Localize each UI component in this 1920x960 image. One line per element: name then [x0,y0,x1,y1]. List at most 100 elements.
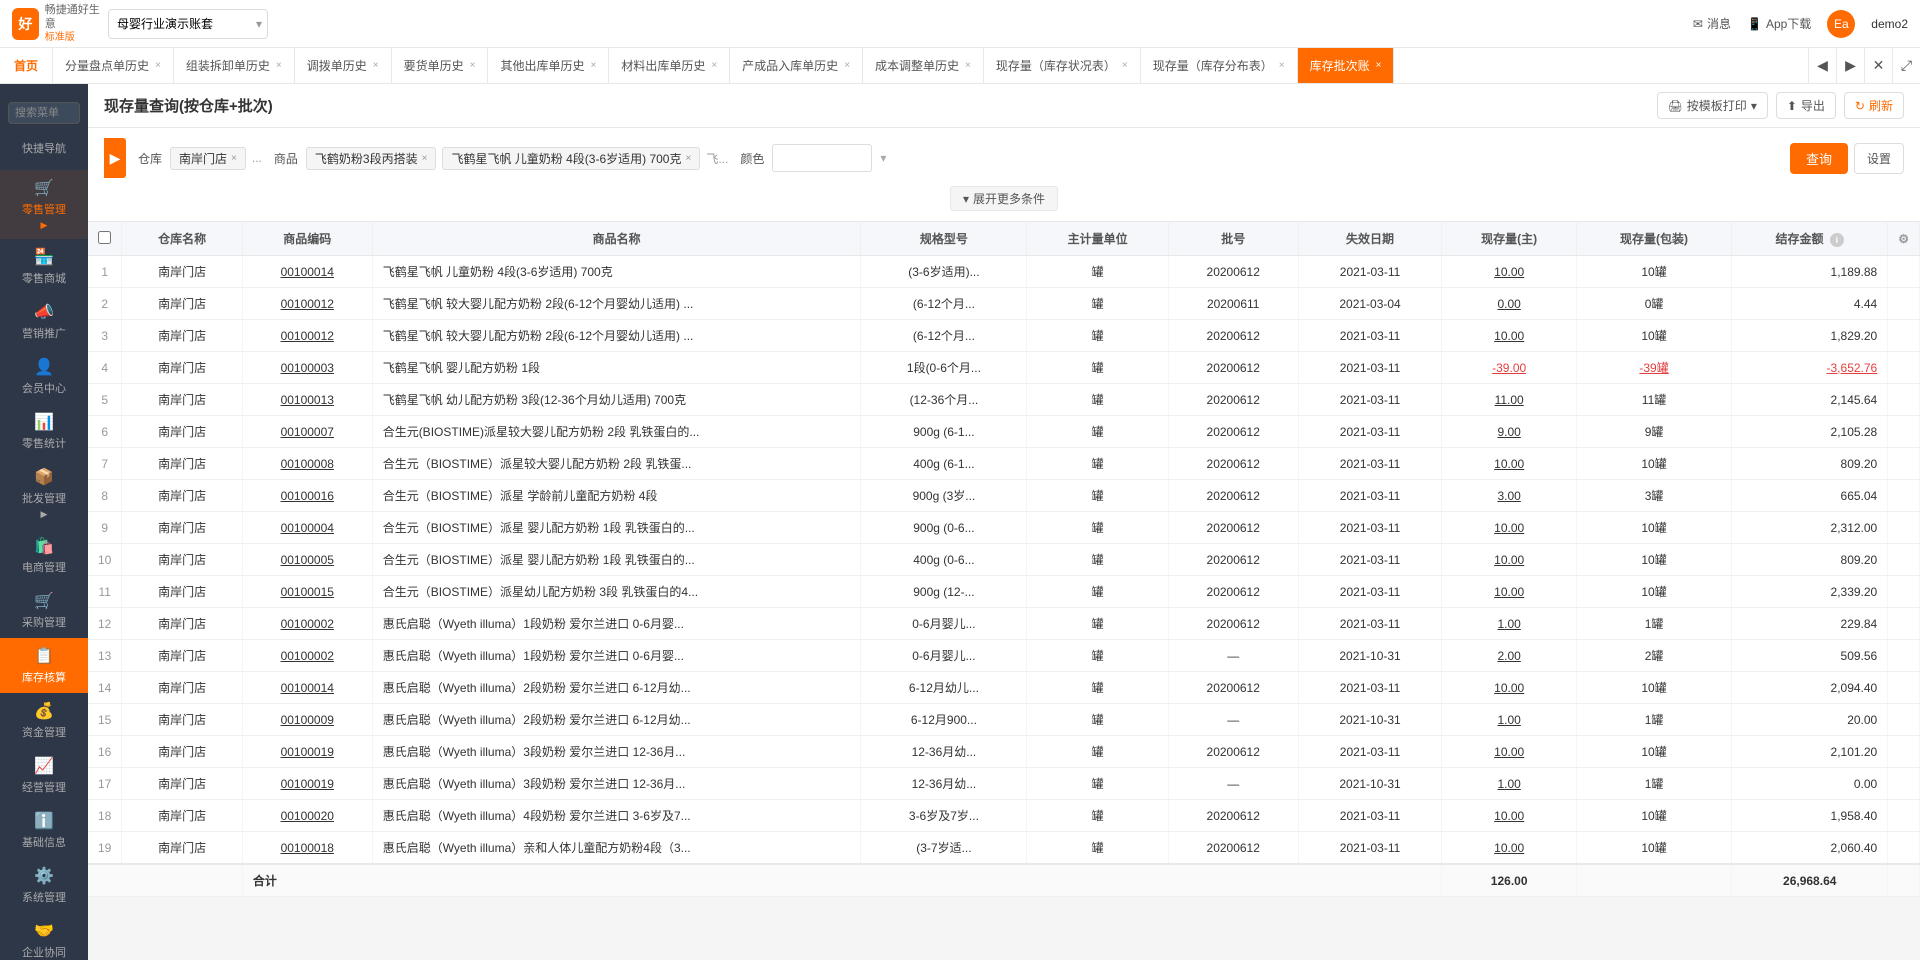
row-code[interactable]: 00100019 [242,768,372,800]
sidebar-item-marketing[interactable]: 📣 营销推广 [0,294,88,349]
tab-8-close[interactable]: × [965,60,971,71]
row-code[interactable]: 00100015 [242,576,372,608]
tab-9-close[interactable]: × [1122,60,1128,71]
sidebar-item-member[interactable]: 👤 会员中心 [0,349,88,404]
row-qty-main[interactable]: 9.00 [1442,416,1576,448]
row-code[interactable]: 00100014 [242,256,372,288]
filter-more-warehouse[interactable]: ... [252,151,262,165]
row-code[interactable]: 00100019 [242,736,372,768]
row-code[interactable]: 00100018 [242,832,372,865]
tab-1[interactable]: 分量盘点单历史 × [53,48,174,84]
sidebar-item-management[interactable]: 📈 经营管理 [0,748,88,803]
row-qty-main[interactable]: -39.00 [1442,352,1576,384]
nav-left-btn[interactable]: ◀ [1808,48,1836,84]
nav-close-all-btn[interactable]: ✕ [1864,48,1892,84]
sidebar-item-collab[interactable]: 🤝 企业协同 [0,913,88,960]
tab-7[interactable]: 产成品入库单历史 × [730,48,863,84]
search-input[interactable] [8,102,80,124]
row-qty-main[interactable]: 10.00 [1442,736,1576,768]
row-code[interactable]: 00100007 [242,416,372,448]
row-qty-main[interactable]: 10.00 [1442,800,1576,832]
quick-nav-link[interactable]: 快捷导航 [14,134,74,162]
sidebar-item-inventory[interactable]: 📋 库存核算 [0,638,88,693]
tab-4-close[interactable]: × [470,60,476,71]
template-print-btn[interactable]: 🖨 按模板打印 ▾ [1657,92,1768,119]
select-all-checkbox[interactable] [98,231,111,244]
sidebar-item-base[interactable]: ℹ️ 基础信息 [0,803,88,858]
product-tag-1-close[interactable]: × [685,153,691,164]
product-tag-1[interactable]: 飞鹤星飞帆 儿童奶粉 4段(3-6岁适用) 700克 × [442,147,700,170]
row-qty-main[interactable]: 10.00 [1442,832,1576,865]
tab-3-close[interactable]: × [373,60,379,71]
settings-btn[interactable]: 设置 [1854,143,1904,174]
row-qty-main[interactable]: 10.00 [1442,544,1576,576]
row-qty-main[interactable]: 3.00 [1442,480,1576,512]
tab-8[interactable]: 成本调整单历史 × [863,48,984,84]
row-code[interactable]: 00100002 [242,640,372,672]
row-code[interactable]: 00100002 [242,608,372,640]
nav-right-btn[interactable]: ▶ [1836,48,1864,84]
row-qty-main[interactable]: 10.00 [1442,256,1576,288]
row-code[interactable]: 00100020 [242,800,372,832]
warehouse-tag-0[interactable]: 南岸门店 × [170,147,246,170]
filter-expand-arrow[interactable]: ▶ [104,138,126,178]
sidebar-item-ecom[interactable]: 🛍️ 电商管理 [0,528,88,583]
product-tag-0-close[interactable]: × [422,153,428,164]
th-settings[interactable]: ⚙ [1888,222,1920,256]
row-qty-main[interactable]: 10.00 [1442,672,1576,704]
tab-5-close[interactable]: × [590,60,596,71]
industry-select-wrapper[interactable]: 母婴行业演示账套 [108,9,268,39]
row-code[interactable]: 00100004 [242,512,372,544]
sidebar-item-finance[interactable]: 💰 资金管理 [0,693,88,748]
row-code[interactable]: 00100009 [242,704,372,736]
product-tag-0[interactable]: 飞鹤奶粉3段丙搭装 × [306,147,437,170]
tab-2-close[interactable]: × [276,60,282,71]
row-qty-main[interactable]: 10.00 [1442,320,1576,352]
th-checkbox[interactable] [88,222,122,256]
sidebar-item-system[interactable]: ⚙️ 系统管理 [0,858,88,913]
export-btn[interactable]: ⬆ 导出 [1776,92,1836,119]
app-download-btn[interactable]: 📱 App下载 [1747,15,1811,32]
tab-2[interactable]: 组装拆卸单历史 × [174,48,295,84]
tab-5[interactable]: 其他出库单历史 × [488,48,609,84]
tab-10-close[interactable]: × [1279,60,1285,71]
row-qty-main[interactable]: 11.00 [1442,384,1576,416]
tab-7-close[interactable]: × [844,60,850,71]
row-code[interactable]: 00100012 [242,288,372,320]
tab-6[interactable]: 材料出库单历史 × [609,48,730,84]
row-qty-main[interactable]: 1.00 [1442,704,1576,736]
row-code[interactable]: 00100003 [242,352,372,384]
row-qty-main[interactable]: 1.00 [1442,768,1576,800]
row-qty-main[interactable]: 2.00 [1442,640,1576,672]
row-qty-main[interactable]: 10.00 [1442,448,1576,480]
tab-3[interactable]: 调拨单历史 × [295,48,392,84]
row-qty-main[interactable]: 0.00 [1442,288,1576,320]
sidebar-item-shop[interactable]: 🏪 零售商城 [0,239,88,294]
row-qty-main[interactable]: 1.00 [1442,608,1576,640]
row-code[interactable]: 00100014 [242,672,372,704]
tab-6-close[interactable]: × [711,60,717,71]
tab-10[interactable]: 现存量（库存分布表） × [1141,48,1298,84]
tab-11[interactable]: 库存批次账 × [1298,48,1395,84]
user-name[interactable]: demo2 [1871,17,1908,31]
sidebar-item-stats[interactable]: 📊 零售统计 [0,404,88,459]
nav-maximize-btn[interactable]: ⤢ [1892,48,1920,84]
row-code[interactable]: 00100008 [242,448,372,480]
filter-more-product[interactable]: 飞... [706,150,728,167]
tab-home[interactable]: 首页 [0,48,53,84]
row-code[interactable]: 00100013 [242,384,372,416]
row-code[interactable]: 00100005 [242,544,372,576]
sidebar-item-wholesale[interactable]: 📦 批发管理 ▶ [0,459,88,528]
refresh-btn[interactable]: ↻ 刷新 [1844,92,1904,119]
color-select[interactable] [772,144,872,172]
warehouse-tag-close[interactable]: × [231,153,237,164]
message-btn[interactable]: ✉ 消息 [1693,15,1731,32]
row-qty-main[interactable]: 10.00 [1442,576,1576,608]
tab-4[interactable]: 要货单历史 × [392,48,489,84]
sidebar-item-purchase[interactable]: 🛒 采购管理 [0,583,88,638]
amount-info-icon[interactable]: i [1830,233,1844,247]
query-btn[interactable]: 查询 [1790,143,1848,174]
sidebar-item-retail[interactable]: 🛒 零售管理 ▶ [0,170,88,239]
expand-more-btn[interactable]: ▾ 展开更多条件 [950,186,1058,211]
row-code[interactable]: 00100016 [242,480,372,512]
